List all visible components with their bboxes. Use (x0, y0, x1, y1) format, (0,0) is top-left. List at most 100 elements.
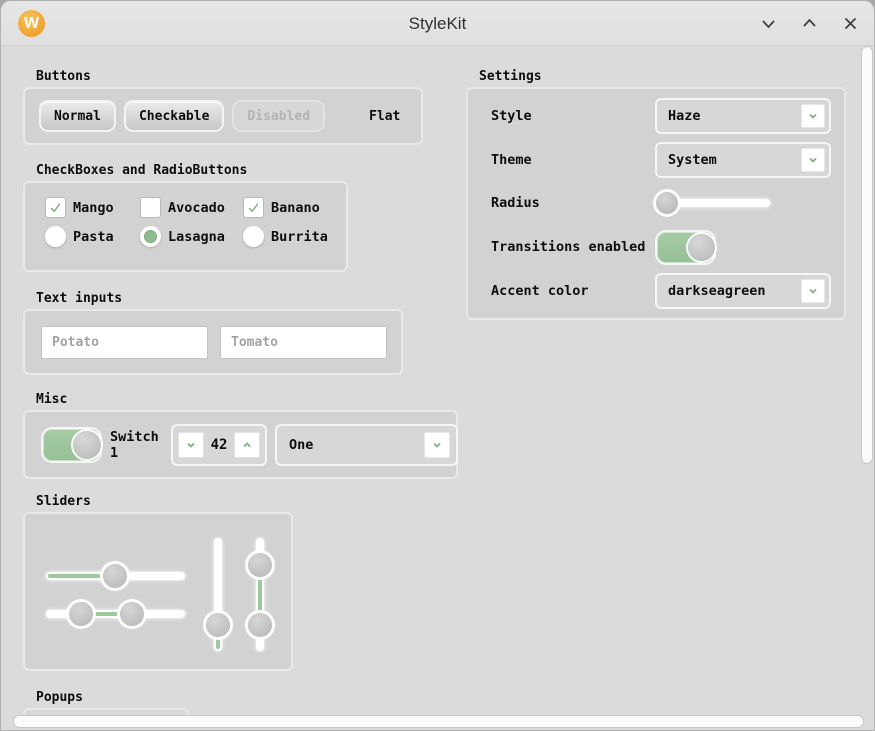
theme-label: Theme (491, 151, 532, 168)
spin-up-button[interactable] (234, 431, 260, 458)
style-combobox[interactable]: Haze (657, 99, 829, 132)
checkbox-label: Avocado (168, 199, 225, 216)
section-buttons: Buttons Normal Checkable Disabled Flat (23, 70, 423, 145)
vertical-range-handle-high[interactable] (248, 553, 272, 577)
section-buttons-label: Buttons (36, 69, 91, 84)
section-settings: Settings Style Haze Theme System Radius … (466, 70, 846, 320)
style-value: Haze (668, 107, 701, 124)
vertical-slider-handle[interactable] (206, 613, 230, 637)
minimize-button[interactable] (755, 10, 781, 36)
radio-pasta[interactable]: Pasta (45, 226, 140, 247)
section-sliders-label: Sliders (36, 494, 91, 509)
switch-knob (73, 430, 101, 459)
chevron-down-icon (809, 157, 817, 163)
settings-row-theme: Theme System (491, 138, 829, 182)
range-slider-handle-low[interactable] (69, 602, 93, 626)
section-misc-label: Misc (36, 392, 68, 407)
flat-button[interactable]: Flat (369, 102, 400, 130)
normal-button[interactable]: Normal (41, 102, 114, 130)
settings-row-transitions: Transitions enabled (491, 225, 829, 269)
potato-input[interactable] (41, 325, 208, 359)
radius-slider-handle[interactable] (656, 192, 678, 215)
horizontal-scrollbar-thumb[interactable] (13, 715, 864, 728)
buttons-panel: Normal Checkable Disabled Flat (23, 87, 423, 145)
window-controls (755, 10, 863, 36)
checkbox-checked-icon (243, 197, 264, 218)
transitions-label: Transitions enabled (491, 239, 646, 256)
radio-lasagna[interactable]: Lasagna (140, 226, 243, 247)
disabled-button: Disabled (234, 102, 324, 130)
content-area: Buttons Normal Checkable Disabled Flat C… (1, 47, 874, 730)
radio-burrita[interactable]: Burrita (243, 226, 328, 247)
close-button[interactable] (837, 10, 863, 36)
horizontal-slider-handle[interactable] (103, 564, 127, 588)
checkbox-avocado[interactable]: Avocado (140, 197, 243, 218)
settings-row-accent: Accent color darkseagreen (491, 269, 829, 313)
switch-1-toggle[interactable] (43, 428, 101, 461)
radio-selected-icon (140, 226, 161, 247)
switch-1-label: Switch 1 (110, 428, 159, 461)
horizontal-range-slider-track[interactable] (46, 610, 185, 618)
section-popups: Popups (23, 691, 189, 717)
section-settings-label: Settings (479, 69, 542, 84)
combobox-dropdown-button[interactable] (424, 431, 450, 458)
transitions-toggle[interactable] (657, 231, 715, 263)
section-checks-label: CheckBoxes and RadioButtons (36, 163, 248, 178)
vertical-scrollbar-thumb[interactable] (861, 46, 873, 464)
section-misc: Misc Switch 1 42 One (23, 393, 458, 479)
radio-label: Lasagna (168, 228, 225, 245)
radio-label: Burrita (271, 228, 328, 245)
vertical-range-handle-low[interactable] (248, 613, 272, 637)
radio-label: Pasta (73, 228, 114, 245)
theme-combobox[interactable]: System (657, 143, 829, 176)
range-slider-handle-high[interactable] (120, 602, 144, 626)
chevron-up-icon (802, 18, 816, 27)
text-inputs-panel (23, 309, 403, 375)
misc-combobox[interactable]: One (277, 425, 456, 464)
accent-color-label: Accent color (491, 283, 589, 300)
chevron-up-icon (243, 441, 251, 447)
theme-value: System (668, 151, 717, 168)
chevron-down-icon (809, 113, 817, 119)
accent-color-combobox[interactable]: darkseagreen (657, 275, 829, 308)
maximize-button[interactable] (796, 10, 822, 36)
checkbox-label: Banano (271, 199, 320, 216)
checkbox-unchecked-icon (140, 197, 161, 218)
section-popups-label: Popups (36, 690, 83, 705)
slider-fill (216, 636, 220, 649)
checkbox-banano[interactable]: Banano (243, 197, 320, 218)
checkbox-row: Mango Avocado Banano (45, 197, 346, 218)
chevron-down-icon (187, 442, 195, 448)
title-bar: W StyleKit (1, 1, 874, 46)
section-sliders: Sliders (23, 495, 293, 671)
chevron-down-icon (433, 442, 441, 448)
combobox-dropdown-button[interactable] (801, 279, 825, 304)
checkbox-checked-icon (45, 197, 66, 218)
window-title: StyleKit (408, 13, 467, 33)
radio-unselected-icon (45, 226, 66, 247)
settings-row-style: Style Haze (491, 94, 829, 138)
switch-knob (688, 233, 715, 261)
checkbox-mango[interactable]: Mango (45, 197, 140, 218)
combobox-dropdown-button[interactable] (801, 147, 825, 172)
radio-unselected-icon (243, 226, 264, 247)
spinbox-value[interactable]: 42 (204, 437, 234, 453)
checks-panel: Mango Avocado Banano Pasta Lasagna Burri… (23, 181, 348, 272)
section-text-inputs-label: Text inputs (36, 291, 123, 306)
spin-down-button[interactable] (178, 431, 204, 458)
chevron-down-icon (809, 288, 817, 294)
combobox-dropdown-button[interactable] (801, 103, 825, 128)
radio-row: Pasta Lasagna Burrita (45, 226, 346, 247)
tomato-input[interactable] (220, 325, 387, 359)
misc-panel: Switch 1 42 One (23, 410, 458, 479)
close-icon (844, 17, 856, 29)
style-label: Style (491, 107, 532, 124)
section-checks: CheckBoxes and RadioButtons Mango Avocad… (23, 164, 348, 272)
checkable-button[interactable]: Checkable (125, 102, 223, 130)
combobox-value: One (289, 436, 314, 453)
spinbox: 42 (173, 425, 265, 464)
radius-label: Radius (491, 195, 540, 212)
sliders-panel (23, 512, 293, 671)
settings-row-radius: Radius (491, 182, 829, 226)
radius-slider-track[interactable] (656, 192, 770, 215)
